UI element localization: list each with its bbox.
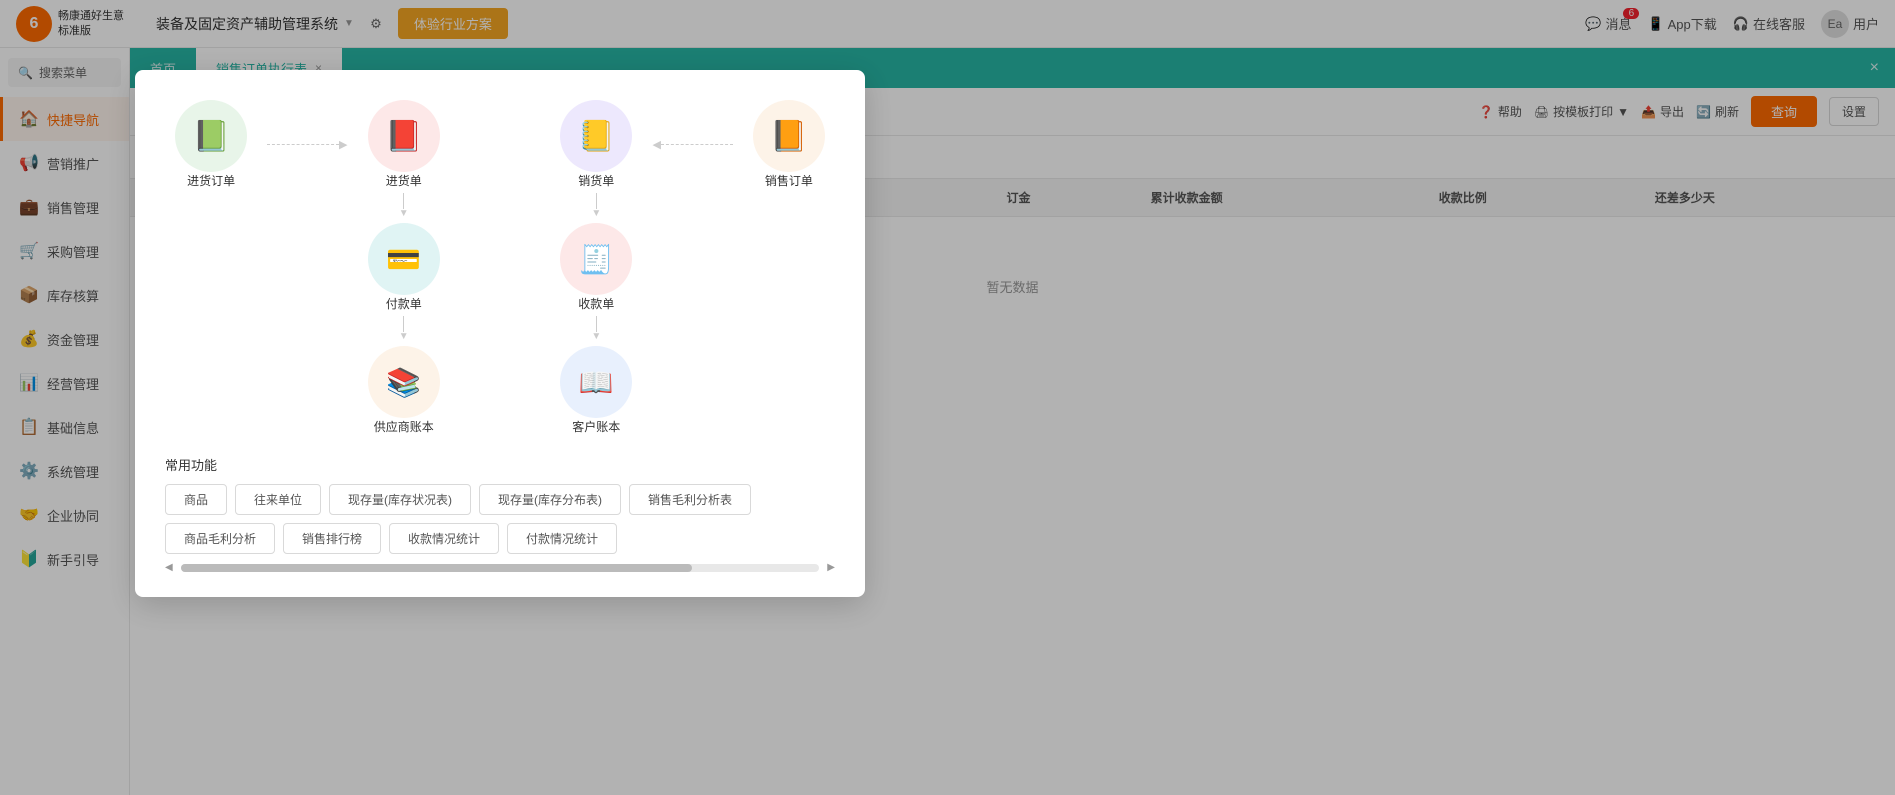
- func-button[interactable]: 商品: [165, 484, 227, 515]
- func-button[interactable]: 收款情况统计: [389, 523, 499, 554]
- flow-node-customer-ledger[interactable]: 📖 客户账本: [560, 346, 632, 435]
- flow-node-purchase-bill[interactable]: 📕 进货单: [368, 100, 440, 189]
- flow-node-sales-bill[interactable]: 📒 销货单: [560, 100, 632, 189]
- supplier-ledger-label: 供应商账本: [374, 418, 434, 435]
- scroll-left-icon[interactable]: ◀: [165, 562, 173, 573]
- purchase-order-icon: 📗: [175, 100, 247, 172]
- flow-node-purchase-order[interactable]: 📗 进货订单: [175, 100, 247, 189]
- flow-node-supplier-ledger[interactable]: 📚 供应商账本: [368, 346, 440, 435]
- common-functions: 常用功能 商品往来单位现存量(库存状况表)现存量(库存分布表)销售毛利分析表商品…: [165, 455, 835, 554]
- scroll-right-icon[interactable]: ▶: [827, 562, 835, 573]
- receipt-icon: 🧾: [560, 223, 632, 295]
- modal-overlay[interactable]: 📗 进货订单 ▶ 📕 进货单 📒 销货单 ◀: [0, 0, 1895, 795]
- flow-row-1: 📗 进货订单 ▶ 📕 进货单 📒 销货单 ◀: [165, 100, 835, 189]
- purchase-bill-icon: 📕: [368, 100, 440, 172]
- func-button[interactable]: 商品毛利分析: [165, 523, 275, 554]
- customer-ledger-label: 客户账本: [572, 418, 620, 435]
- scroll-track[interactable]: [181, 564, 820, 572]
- func-button[interactable]: 销售排行榜: [283, 523, 381, 554]
- arrow-down-sales: ▼: [560, 193, 632, 219]
- arrow-right-1: ▶: [267, 138, 347, 151]
- customer-ledger-icon: 📖: [560, 346, 632, 418]
- flow-row-2: 💳 付款单 🧾 收款单: [165, 223, 835, 312]
- receipt-label: 收款单: [578, 295, 614, 312]
- flow-diagram: 📗 进货订单 ▶ 📕 进货单 📒 销货单 ◀: [165, 100, 835, 435]
- arrow-down-purchase: ▼: [368, 193, 440, 219]
- supplier-ledger-icon: 📚: [368, 346, 440, 418]
- flow-row-arrows-2: ▼ ▼: [165, 316, 835, 342]
- func-button[interactable]: 付款情况统计: [507, 523, 617, 554]
- sales-order-label: 销售订单: [765, 172, 813, 189]
- purchase-bill-label: 进货单: [386, 172, 422, 189]
- payment-icon: 💳: [368, 223, 440, 295]
- flow-node-sales-order[interactable]: 📙 销售订单: [753, 100, 825, 189]
- func-buttons-row1: 商品往来单位现存量(库存状况表) 现存量(库存分布表) 销售毛利分析表商品毛利分析销…: [165, 484, 835, 554]
- common-title: 常用功能: [165, 455, 835, 474]
- purchase-order-label: 进货订单: [187, 172, 235, 189]
- func-button[interactable]: 现存量(库存状况表): [329, 484, 471, 515]
- sales-bill-label: 销货单: [578, 172, 614, 189]
- func-button[interactable]: 销售毛利分析表: [629, 484, 751, 515]
- func-button[interactable]: 现存量(库存分布表): [479, 484, 621, 515]
- sales-bill-icon: 📒: [560, 100, 632, 172]
- func-button[interactable]: 往来单位: [235, 484, 321, 515]
- scroll-thumb: [181, 564, 692, 572]
- payment-label: 付款单: [386, 295, 422, 312]
- modal: 📗 进货订单 ▶ 📕 进货单 📒 销货单 ◀: [135, 70, 865, 597]
- arrow-down-payment: ▼: [368, 316, 440, 342]
- flow-node-receipt[interactable]: 🧾 收款单: [560, 223, 632, 312]
- flow-row-arrows: ▼ ▼: [165, 193, 835, 219]
- arrow-down-receipt: ▼: [560, 316, 632, 342]
- arrow-left-1: ◀: [653, 138, 733, 151]
- flow-node-payment[interactable]: 💳 付款单: [368, 223, 440, 312]
- flow-row-3: 📚 供应商账本 📖 客户账本: [165, 346, 835, 435]
- sales-order-icon: 📙: [753, 100, 825, 172]
- scroll-indicator: ◀ ▶: [165, 554, 835, 577]
